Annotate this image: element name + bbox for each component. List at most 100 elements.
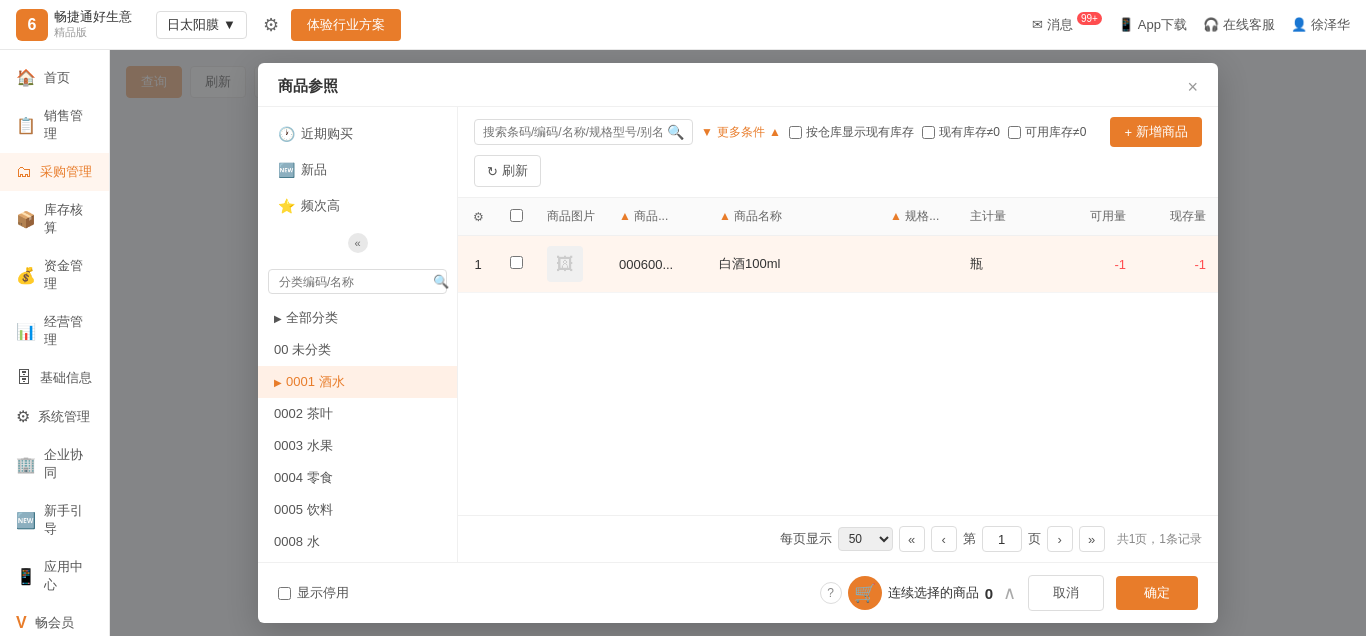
nav-message[interactable]: ✉ 消息 99+ (1032, 16, 1102, 34)
category-search-input[interactable] (279, 275, 429, 289)
sidebar-item-app-center[interactable]: 📱 应用中心 (0, 548, 109, 604)
cancel-button[interactable]: 取消 (1028, 575, 1104, 611)
add-product-label: 新增商品 (1136, 123, 1188, 141)
app-center-icon: 📱 (16, 567, 36, 586)
close-button[interactable]: × (1187, 78, 1198, 96)
settings-icon[interactable]: ⚙ (473, 210, 484, 224)
modal-title: 商品参照 (278, 77, 338, 96)
tab-recent-purchase[interactable]: 🕐 近期购买 (268, 117, 447, 151)
add-product-button[interactable]: + 新增商品 (1110, 117, 1202, 147)
sidebar-item-inventory[interactable]: 📦 库存核算 (0, 191, 109, 247)
collapse-button[interactable]: « (348, 233, 368, 253)
col-header-check (498, 198, 535, 236)
sidebar-item-member[interactable]: V 畅会员 (0, 604, 109, 636)
category-item-fruit[interactable]: 0003 水果 (258, 430, 457, 462)
collapse-row: « (258, 233, 457, 269)
sidebar-item-guide[interactable]: 🆕 新手引导 (0, 492, 109, 548)
sort-up-icon2: ▲ (719, 209, 731, 223)
nav-username: 徐泽华 (1311, 16, 1350, 34)
select-all-checkbox[interactable] (510, 209, 523, 222)
sidebar-item-enterprise[interactable]: 🏢 企业协同 (0, 436, 109, 492)
col-header-num: ⚙ (458, 198, 498, 236)
disabled-checkbox[interactable] (278, 587, 291, 600)
avail-nz-checkbox[interactable] (1008, 126, 1021, 139)
col-header-avail: 可用量 (1038, 198, 1138, 236)
category-item-snack[interactable]: 0004 零食 (258, 462, 457, 494)
user-icon: 👤 (1291, 17, 1307, 32)
row-checkbox[interactable] (510, 256, 523, 269)
sales-icon: 📋 (16, 116, 36, 135)
sidebar-item-home[interactable]: 🏠 首页 (0, 58, 109, 97)
sidebar-item-finance[interactable]: 💰 资金管理 (0, 247, 109, 303)
col-header-stock: 现存量 (1138, 198, 1218, 236)
filter-button[interactable]: ▼ 更多条件 ▲ (701, 124, 781, 141)
next-page-button[interactable]: › (1047, 526, 1073, 552)
chevron-down-icon: ▼ (223, 17, 236, 32)
table-row[interactable]: 1 🖼 (458, 236, 1218, 293)
cart-icon[interactable]: 🛒 (848, 576, 882, 610)
stock-nz-checkbox[interactable] (922, 126, 935, 139)
checkbox-warehouse[interactable]: 按仓库显示现有库存 (789, 124, 914, 141)
sidebar-item-label-basic-info: 基础信息 (40, 369, 92, 387)
help-icon: ? (827, 586, 834, 600)
operations-icon: 📊 (16, 322, 36, 341)
product-search-input[interactable] (483, 125, 663, 139)
confirm-button[interactable]: 确定 (1116, 576, 1198, 610)
product-table: ⚙ 商品图片 (458, 198, 1218, 515)
col-header-unit: 主计量 (958, 198, 1038, 236)
sidebar-item-label-app-center: 应用中心 (44, 558, 93, 594)
filter-icon: ▼ (701, 125, 713, 139)
frequent-icon: ⭐ (278, 198, 295, 214)
category-item-water[interactable]: 0008 水 (258, 526, 457, 558)
row-name: 白酒100ml (707, 236, 878, 293)
sidebar-item-basic-info[interactable]: 🗄 基础信息 (0, 359, 109, 397)
tab-frequent[interactable]: ⭐ 频次高 (268, 189, 447, 223)
sidebar-item-purchase[interactable]: 🗂 采购管理 (0, 153, 109, 191)
sidebar-item-operations[interactable]: 📊 经营管理 (0, 303, 109, 359)
logo-sub: 精品版 (54, 25, 132, 40)
last-page-button[interactable]: » (1079, 526, 1105, 552)
first-page-button[interactable]: « (899, 526, 925, 552)
collapse-cart-icon[interactable]: ∧ (1003, 582, 1016, 604)
modal-right-panel: 🔍 ▼ 更多条件 ▲ 按仓库显示现有库存 (458, 107, 1218, 562)
category-item-liquor[interactable]: ▶ 0001 酒水 (258, 366, 457, 398)
page-unit: 页 (1028, 530, 1041, 548)
sort-up-icon: ▲ (619, 209, 631, 223)
modal-footer: 显示停用 ? 🛒 连续选择的商品 0 ∧ 取消 确定 (258, 562, 1218, 623)
page-number-input[interactable] (982, 526, 1022, 552)
prev-page-button[interactable]: ‹ (931, 526, 957, 552)
table-body: 1 🖼 (458, 236, 1218, 293)
page-size-select[interactable]: 50 100 200 (838, 527, 893, 551)
tab-new-products[interactable]: 🆕 新品 (268, 153, 447, 187)
sidebar-item-sales[interactable]: 📋 销售管理 (0, 97, 109, 153)
main-content: 查询 刷新 设置 商品参照 × 🕐 (110, 50, 1366, 636)
category-item-beverage[interactable]: 0005 饮料 (258, 494, 457, 526)
sidebar-item-label-inventory: 库存核算 (44, 201, 93, 237)
category-item-tea[interactable]: 0002 茶叶 (258, 398, 457, 430)
help-button[interactable]: ? (820, 582, 842, 604)
gear-icon[interactable]: ⚙ (263, 14, 279, 36)
nav-dropdown[interactable]: 日太阳膜 ▼ (156, 11, 247, 39)
modal-toolbar: 🔍 ▼ 更多条件 ▲ 按仓库显示现有库存 (458, 107, 1218, 198)
col-header-img: 商品图片 (535, 198, 607, 236)
category-item-all[interactable]: ▶ 全部分类 (258, 302, 457, 334)
refresh-button[interactable]: ↻ 刷新 (474, 155, 541, 187)
category-item-unclassified[interactable]: 00 未分类 (258, 334, 457, 366)
category-search-icon[interactable]: 🔍 (433, 274, 449, 289)
tab-new-label: 新品 (301, 161, 327, 179)
checkbox-avail-nz[interactable]: 可用库存≠0 (1008, 124, 1086, 141)
cart-icon-symbol: 🛒 (854, 582, 876, 604)
show-disabled-checkbox[interactable]: 显示停用 (278, 584, 349, 602)
nav-user[interactable]: 👤 徐泽华 (1291, 16, 1350, 34)
checkbox-stock-nz[interactable]: 现有库存≠0 (922, 124, 1000, 141)
search-icon[interactable]: 🔍 (667, 124, 684, 140)
trial-button[interactable]: 体验行业方案 (291, 9, 401, 41)
row-check (498, 236, 535, 293)
nav-app-download[interactable]: 📱 App下载 (1118, 16, 1187, 34)
col-header-code: ▲ 商品... (607, 198, 707, 236)
top-nav: 6 畅捷通好生意 精品版 日太阳膜 ▼ ⚙ 体验行业方案 ✉ 消息 99+ 📱 … (0, 0, 1366, 50)
warehouse-checkbox[interactable] (789, 126, 802, 139)
sidebar-item-system[interactable]: ⚙ 系统管理 (0, 397, 109, 436)
nav-service[interactable]: 🎧 在线客服 (1203, 16, 1275, 34)
phone-icon: 📱 (1118, 17, 1134, 32)
